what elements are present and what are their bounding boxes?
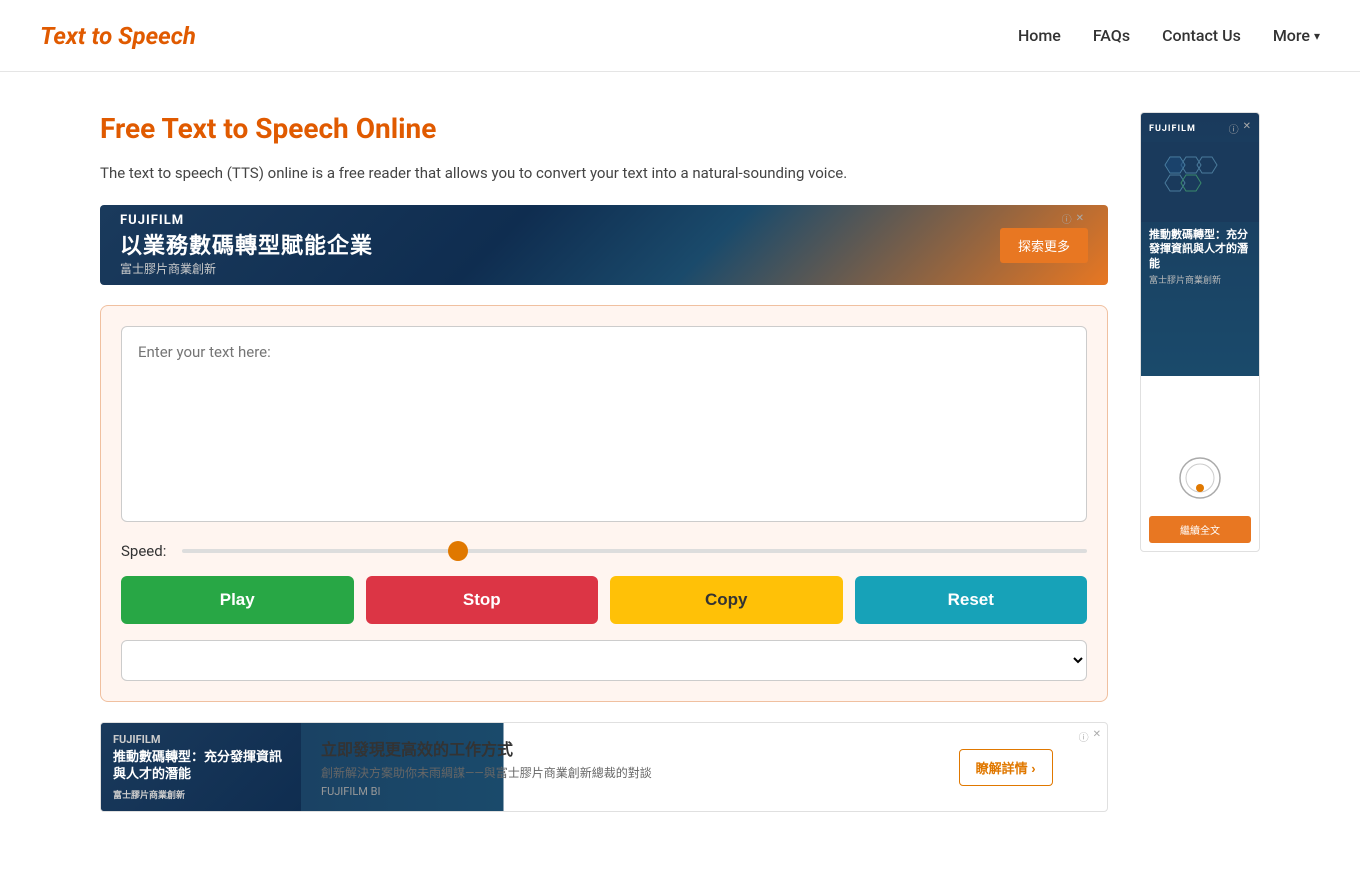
reset-button[interactable]: Reset: [855, 576, 1088, 624]
sidebar-ad-title: 推動數碼轉型：充分發揮資訊與人才的潛能: [1149, 228, 1251, 271]
speed-label: Speed:: [121, 542, 166, 560]
stop-button[interactable]: Stop: [366, 576, 599, 624]
ad-cta-button[interactable]: 探索更多: [1000, 228, 1088, 263]
bottom-ad-headline: 推動數碼轉型：充分發揮資訊與人才的潛能: [113, 750, 289, 784]
ad-info-badge: ⓘ ✕: [1062, 211, 1084, 226]
chevron-down-icon: ▾: [1314, 29, 1320, 43]
bottom-ad-title: 立即發現更高效的工作方式: [321, 736, 919, 760]
nav-contact-us[interactable]: Contact Us: [1162, 26, 1241, 45]
close-icon[interactable]: ✕: [1076, 213, 1084, 224]
sidebar-ad-graphic2: [1149, 448, 1251, 508]
bottom-ad-banner: FUJIFILM 推動數碼轉型：充分發揮資訊與人才的潛能 富士膠片商業創新 立即…: [100, 722, 1108, 812]
ad-sub: 富士膠片商業創新: [120, 260, 373, 277]
nav-home[interactable]: Home: [1018, 26, 1061, 45]
main-nav: Home FAQs Contact Us More ▾: [1018, 26, 1320, 45]
bottom-ad-brand: FUJIFILM: [113, 733, 289, 746]
bottom-ad-cta-button[interactable]: 瞭解詳情 ›: [959, 749, 1053, 786]
info-icon: ⓘ: [1229, 121, 1239, 136]
sidebar-ad-bottom: 繼續全文: [1149, 440, 1251, 543]
page-title: Free Text to Speech Online: [100, 112, 1108, 145]
top-ad-banner: FUJIFILM 以業務數碼轉型賦能企業 富士膠片商業創新 探索更多 ⓘ ✕: [100, 205, 1108, 285]
sidebar-ad: FUJIFILM ⓘ ✕: [1140, 112, 1260, 552]
content-area: Free Text to Speech Online The text to s…: [100, 112, 1108, 832]
copy-button[interactable]: Copy: [610, 576, 843, 624]
nav-more[interactable]: More ▾: [1273, 26, 1320, 45]
action-buttons: Play Stop Copy Reset: [121, 576, 1087, 624]
sidebar-ad-brand: FUJIFILM: [1149, 124, 1196, 134]
speed-control: Speed:: [121, 542, 1087, 560]
sidebar-ad-cta-button[interactable]: 繼續全文: [1149, 516, 1251, 543]
play-button[interactable]: Play: [121, 576, 354, 624]
bottom-ad-sub: 富士膠片商業創新: [113, 788, 289, 801]
speed-slider[interactable]: [182, 549, 1087, 553]
sidebar-ad-sub: 富士膠片商業創新: [1149, 273, 1251, 286]
bottom-ad-cta: 瞭解詳情 ›: [939, 749, 1073, 786]
bottom-ad-desc: 創新解決方案助你未雨綢謀——與富士膠片商業創新總裁的對談: [321, 764, 919, 781]
info-icon: ⓘ: [1079, 729, 1089, 744]
sidebar: FUJIFILM ⓘ ✕: [1140, 112, 1260, 832]
text-input[interactable]: [121, 326, 1087, 522]
info-icon: ⓘ: [1062, 211, 1072, 226]
bottom-ad-source: FUJIFILM BI: [321, 785, 919, 798]
voice-selector[interactable]: English (US) English (UK) Chinese (Tradi…: [121, 640, 1087, 681]
close-icon[interactable]: ✕: [1093, 729, 1101, 744]
bottom-ad-image: FUJIFILM 推動數碼轉型：充分發揮資訊與人才的潛能 富士膠片商業創新: [101, 723, 301, 811]
close-icon[interactable]: ✕: [1243, 121, 1251, 136]
ad-text: 以業務數碼轉型賦能企業: [120, 228, 373, 260]
tts-widget: Speed: Play Stop Copy Reset English (US)…: [100, 305, 1108, 702]
ad-brand: FUJIFILM 以業務數碼轉型賦能企業 富士膠片商業創新: [120, 213, 373, 277]
nav-faqs[interactable]: FAQs: [1093, 26, 1130, 45]
sidebar-ad-graphic: [1141, 142, 1259, 222]
bottom-ad-controls: ⓘ ✕: [1073, 723, 1107, 750]
site-logo[interactable]: Text to Speech: [40, 22, 196, 50]
bottom-ad-content: 立即發現更高效的工作方式 創新解決方案助你未雨綢謀——與富士膠片商業創新總裁的對…: [301, 724, 939, 810]
page-description: The text to speech (TTS) online is a fre…: [100, 161, 1108, 185]
